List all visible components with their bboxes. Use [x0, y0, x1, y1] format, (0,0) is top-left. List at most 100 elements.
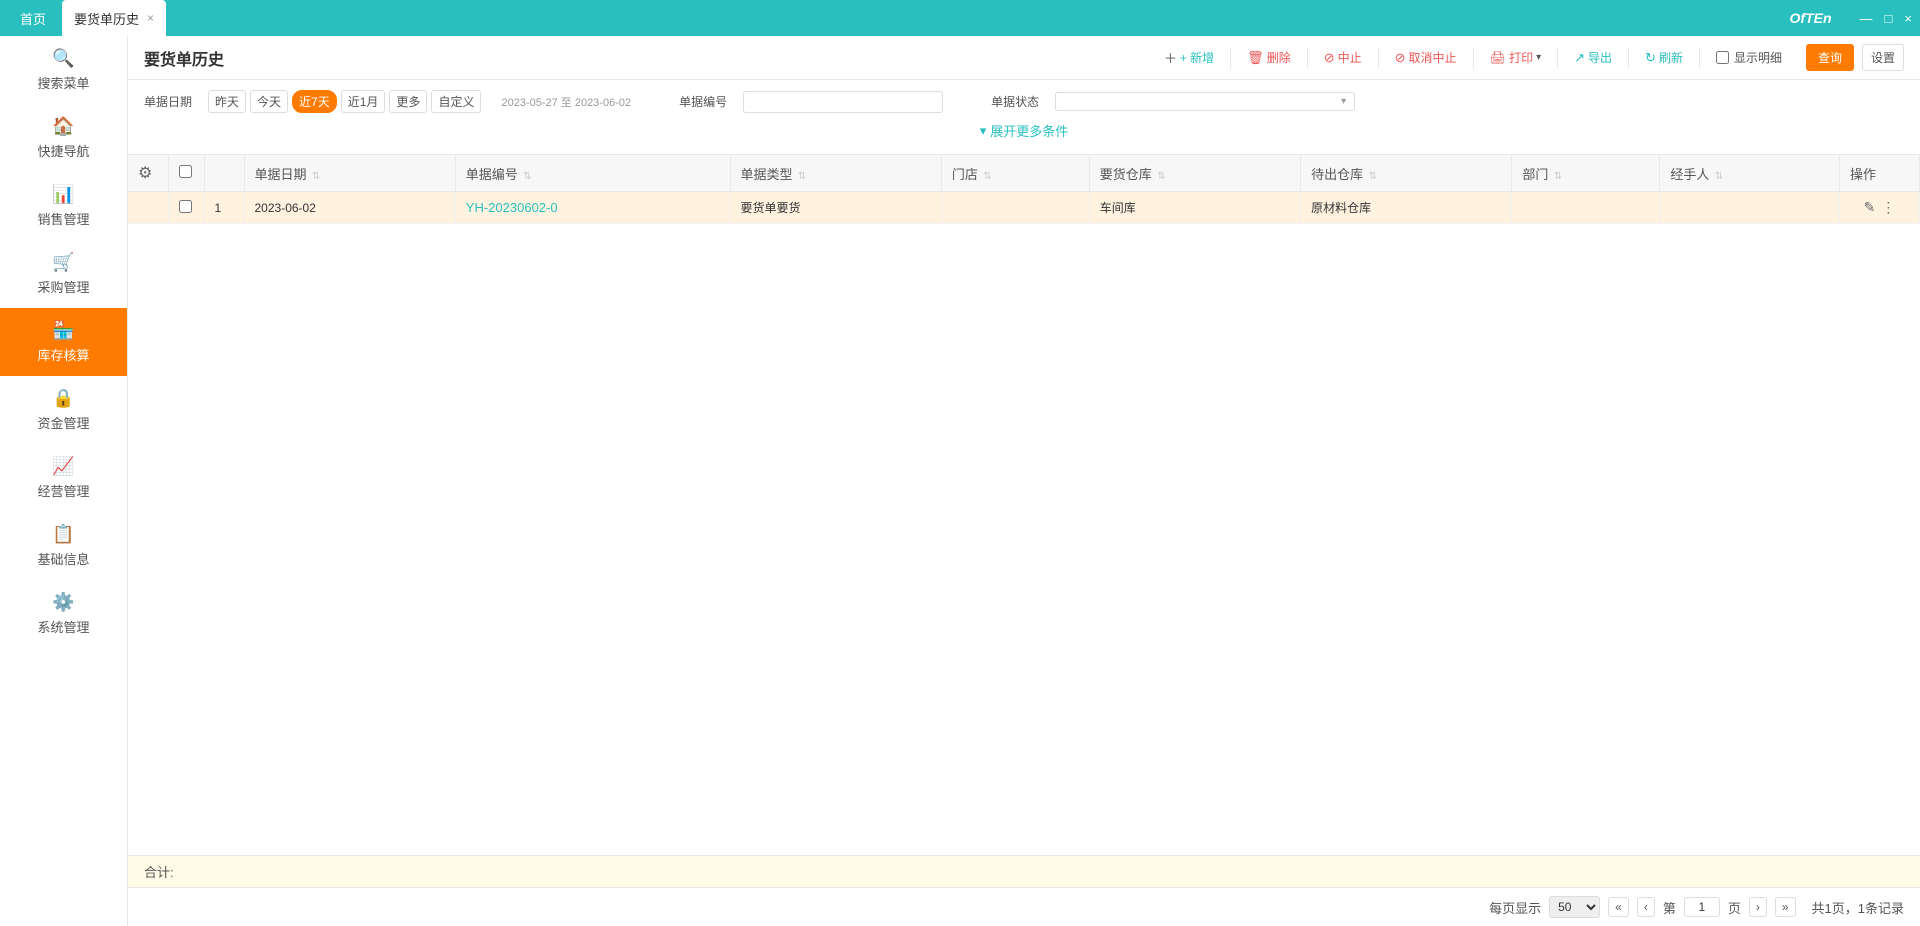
brand-label: OfTEn — [1790, 10, 1832, 26]
date-filter-label: 单据日期 — [144, 93, 192, 110]
tab-requisition-label: 要货单历史 — [74, 9, 139, 28]
search-menu-icon: 🔍 — [52, 48, 74, 69]
sort-icon-doc-date: ⇅ — [312, 171, 320, 182]
th-seq — [204, 155, 244, 192]
finance-icon: 🔒 — [52, 388, 74, 409]
print-arrow-icon: ▾ — [1536, 52, 1541, 63]
show-detail-button[interactable]: 显示明细 — [1708, 45, 1790, 70]
th-doc-date[interactable]: 单据日期 ⇅ — [244, 155, 455, 192]
sidebar-item-label: 销售管理 — [37, 209, 89, 228]
date-btn-last1month[interactable]: 近1月 — [341, 90, 386, 113]
settings-button[interactable]: 设置 — [1862, 44, 1904, 71]
toolbar-divider-3 — [1378, 48, 1379, 68]
toolbar-divider-5 — [1557, 48, 1558, 68]
query-button[interactable]: 查询 — [1806, 44, 1854, 71]
first-page-btn[interactable]: « — [1608, 897, 1629, 917]
th-department[interactable]: 部门 ⇅ — [1512, 155, 1660, 192]
sidebar-item-label: 采购管理 — [37, 277, 89, 296]
close-btn-window[interactable]: × — [1904, 11, 1912, 26]
sidebar-item-basic-info[interactable]: 📋 基础信息 — [0, 512, 127, 580]
th-store[interactable]: 门店 ⇅ — [941, 155, 1089, 192]
date-btn-today[interactable]: 今天 — [250, 90, 288, 113]
last-page-btn[interactable]: » — [1775, 897, 1796, 917]
td-handler — [1660, 192, 1840, 224]
sidebar-item-label: 基础信息 — [37, 549, 89, 568]
doc-number-input[interactable] — [743, 91, 943, 113]
prev-page-btn[interactable]: ‹ — [1637, 897, 1655, 917]
status-label: 单据状态 — [991, 93, 1039, 110]
td-seq: 1 — [204, 192, 244, 224]
row-checkbox[interactable] — [179, 200, 192, 213]
action-icons: ✎ ⋮ — [1850, 199, 1909, 216]
new-button[interactable]: ＋ + 新增 — [1156, 44, 1222, 71]
status-select[interactable]: ▾ — [1055, 92, 1355, 111]
date-options: 昨天 今天 近7天 近1月 更多 自定义 — [208, 90, 481, 113]
toolbar-divider-1 — [1230, 48, 1231, 68]
sidebar-item-system-mgmt[interactable]: ⚙️ 系统管理 — [0, 580, 127, 648]
select-all-checkbox[interactable] — [179, 165, 192, 178]
sidebar-item-search-menu[interactable]: 🔍 搜索菜单 — [0, 36, 127, 104]
next-page-btn[interactable]: › — [1749, 897, 1767, 917]
sidebar-item-label: 快捷导航 — [37, 141, 89, 160]
system-mgmt-icon: ⚙️ — [52, 592, 74, 613]
sidebar-item-quick-nav[interactable]: 🏠 快捷导航 — [0, 104, 127, 172]
delete-icon: 🗑 — [1247, 50, 1264, 66]
page-label: 第 — [1663, 898, 1676, 917]
sum-row: 合计: — [128, 855, 1920, 887]
tab-close-icon[interactable]: × — [147, 11, 154, 25]
th-doc-type[interactable]: 单据类型 ⇅ — [730, 155, 941, 192]
minimize-btn[interactable]: — — [1860, 11, 1873, 26]
sidebar-item-label: 经营管理 — [37, 481, 89, 500]
th-settings: ⚙ — [128, 155, 168, 192]
sidebar-item-operations[interactable]: 📈 经营管理 — [0, 444, 127, 512]
cancel-stop-button[interactable]: ⊘ 取消中止 — [1387, 45, 1465, 70]
export-icon: ↗ — [1574, 50, 1585, 66]
date-btn-yesterday[interactable]: 昨天 — [208, 90, 246, 113]
page-title: 要货单历史 — [144, 46, 1148, 70]
page-number-input[interactable] — [1684, 897, 1720, 917]
row-edit-icon[interactable]: ✎ — [1864, 199, 1876, 216]
table-header-row: ⚙ 单据日期 ⇅ 单据编号 ⇅ — [128, 155, 1920, 192]
stop-button[interactable]: ⊘ 中止 — [1316, 45, 1370, 70]
export-button[interactable]: ↗ 导出 — [1566, 45, 1620, 70]
row-more-icon[interactable]: ⋮ — [1881, 199, 1895, 216]
td-store — [941, 192, 1089, 224]
table-area: ⚙ 单据日期 ⇅ 单据编号 ⇅ — [128, 155, 1920, 855]
tab-requisition-history[interactable]: 要货单历史 × — [62, 0, 166, 36]
quick-nav-icon: 🏠 — [52, 116, 74, 137]
pagination: 每页显示 50 10 20 100 « ‹ 第 页 › » 共1页，1条记录 — [128, 887, 1920, 926]
th-req-warehouse[interactable]: 要货仓库 ⇅ — [1089, 155, 1300, 192]
th-actions: 操作 — [1840, 155, 1920, 192]
th-doc-number[interactable]: 单据编号 ⇅ — [455, 155, 730, 192]
sidebar-item-sales-mgmt[interactable]: 📊 销售管理 — [0, 172, 127, 240]
sidebar-item-label: 资金管理 — [37, 413, 89, 432]
refresh-icon: ↻ — [1645, 50, 1656, 66]
expand-label: 展开更多条件 — [990, 121, 1068, 140]
th-pending-warehouse[interactable]: 待出仓库 ⇅ — [1301, 155, 1512, 192]
sidebar-item-finance[interactable]: 🔒 资金管理 — [0, 376, 127, 444]
main-layout: 🔍 搜索菜单 🏠 快捷导航 📊 销售管理 🛒 采购管理 🏪 库存核算 🔒 资金管… — [0, 36, 1920, 926]
sort-icon-store: ⇅ — [983, 171, 991, 182]
show-detail-checkbox[interactable] — [1716, 51, 1729, 64]
td-settings — [128, 192, 168, 224]
date-btn-last7days[interactable]: 近7天 — [292, 90, 337, 113]
sort-icon-pending-warehouse: ⇅ — [1368, 171, 1376, 182]
inventory-icon: 🏪 — [52, 320, 74, 341]
date-btn-more[interactable]: 更多 — [389, 90, 427, 113]
sort-icon-department: ⇅ — [1554, 171, 1562, 182]
th-handler[interactable]: 经手人 ⇅ — [1660, 155, 1840, 192]
per-page-select[interactable]: 50 10 20 100 — [1549, 896, 1600, 918]
stop-icon: ⊘ — [1324, 50, 1335, 66]
expand-more-btn[interactable]: ▾ 展开更多条件 — [144, 117, 1904, 144]
doc-number-link[interactable]: YH-20230602-0 — [466, 200, 558, 215]
maximize-btn[interactable]: □ — [1885, 11, 1893, 26]
date-btn-custom[interactable]: 自定义 — [431, 90, 481, 113]
td-doc-type: 要货单要货 — [730, 192, 941, 224]
tab-home[interactable]: 首页 — [8, 0, 58, 36]
sidebar-item-inventory[interactable]: 🏪 库存核算 — [0, 308, 127, 376]
refresh-button[interactable]: ↻ 刷新 — [1637, 45, 1691, 70]
delete-button[interactable]: 🗑 删除 — [1239, 45, 1299, 70]
sidebar-item-purchase-mgmt[interactable]: 🛒 采购管理 — [0, 240, 127, 308]
print-button[interactable]: 🖨 打印 ▾ — [1482, 45, 1550, 70]
column-settings-icon[interactable]: ⚙ — [138, 165, 152, 182]
